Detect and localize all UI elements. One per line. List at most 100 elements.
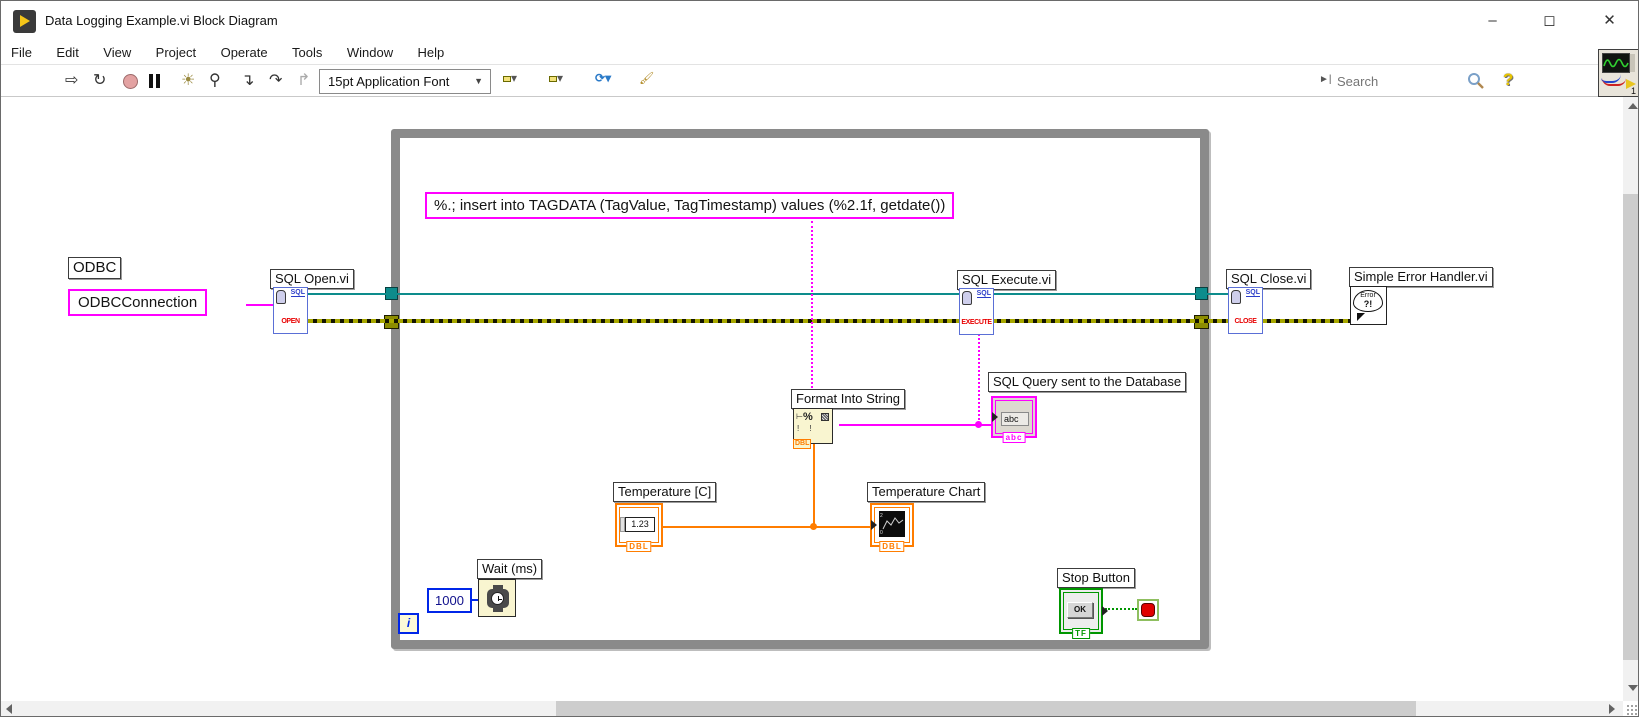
error-cluster-wire[interactable] (308, 319, 1354, 323)
loop-iteration-terminal[interactable]: i (398, 613, 419, 634)
connection-refnum-wire[interactable] (308, 293, 1228, 295)
run-icon[interactable]: ⇨ (65, 70, 78, 92)
string-wire-odbc[interactable] (246, 304, 274, 306)
minimize-button[interactable]: – (1469, 1, 1516, 41)
step-into-icon[interactable]: ↴ (241, 70, 254, 92)
wait-ms-constant[interactable]: 1000 (427, 588, 472, 613)
string-wire-sql-constant[interactable] (811, 221, 813, 408)
boolean-wire-stop[interactable] (1105, 608, 1137, 610)
titlebar: Data Logging Example.vi Block Diagram – … (1, 1, 1638, 41)
search-icon[interactable] (1467, 72, 1484, 94)
odbc-label[interactable]: ODBC (68, 257, 122, 279)
string-wire-query[interactable] (839, 424, 991, 426)
run-continuously-icon[interactable]: ↻ (93, 70, 106, 92)
string-wire-to-execute[interactable] (978, 334, 980, 424)
context-help-icon[interactable]: ? (1503, 70, 1513, 90)
close-button[interactable]: ✕ (1586, 1, 1633, 41)
format-grid-icon (821, 413, 829, 421)
odbc-connection-constant[interactable]: ODBCConnection (68, 289, 208, 316)
vertical-scrollbar[interactable] (1623, 97, 1638, 701)
scroll-right-icon[interactable] (1609, 704, 1615, 714)
window-title: Data Logging Example.vi Block Diagram (45, 13, 278, 28)
labview-window: Data Logging Example.vi Block Diagram – … (0, 0, 1639, 717)
menu-view[interactable]: View (93, 41, 141, 63)
step-out-icon[interactable]: ↱ (297, 70, 310, 92)
stop-button-label[interactable]: Stop Button (1057, 568, 1135, 588)
format-into-string-node[interactable]: ⊢ % ! ! DBL (793, 408, 833, 449)
menu-edit[interactable]: Edit (46, 41, 88, 63)
menu-help[interactable]: Help (408, 41, 455, 63)
vi-icon-badge: 1 (1630, 86, 1636, 96)
sql-string-constant[interactable]: %.; insert into TAGDATA (TagValue, TagTi… (425, 192, 955, 219)
database-cylinder-icon (1231, 290, 1241, 304)
scroll-down-icon[interactable] (1628, 685, 1638, 691)
watch-icon (487, 585, 509, 612)
block-diagram-canvas[interactable]: ODBC ODBCConnection %.; insert into TAGD… (1, 97, 1623, 701)
chevron-down-icon: ▼ (474, 76, 483, 86)
speech-bubble-icon: Error ?! (1353, 290, 1383, 312)
abort-icon[interactable] (123, 74, 138, 89)
sql-execute-label[interactable]: SQL Execute.vi (957, 270, 1057, 290)
wire-junction-pink (975, 421, 982, 428)
clean-up-diagram-icon[interactable]: 🖌 (639, 71, 654, 85)
pause-icon[interactable] (149, 74, 153, 88)
sql-close-label[interactable]: SQL Close.vi (1226, 269, 1312, 289)
input-arrow-icon (992, 412, 998, 422)
menu-window[interactable]: Window (337, 41, 403, 63)
stop-button-terminal[interactable]: OK TF (1059, 588, 1108, 639)
error-handler-node[interactable]: Error ?! (1350, 286, 1387, 325)
retain-wire-values-icon[interactable]: ⚲ (209, 70, 221, 92)
numeric-wire-to-format[interactable] (813, 444, 815, 526)
error-handler-label[interactable]: Simple Error Handler.vi (1349, 267, 1493, 287)
bracket-glyph: ⊢ (796, 412, 803, 421)
step-over-icon[interactable]: ↷ (269, 70, 282, 92)
svg-text:0: 0 (880, 530, 883, 536)
resize-grip[interactable] (1626, 704, 1637, 715)
svg-text:2: 2 (880, 513, 883, 519)
format-into-string-label[interactable]: Format Into String (791, 389, 906, 409)
maximize-button[interactable]: ◻ (1526, 1, 1573, 41)
vi-connector-icon[interactable]: 1 (1598, 49, 1638, 97)
numeric-wire-temperature[interactable] (663, 526, 870, 528)
sql-close-node[interactable]: SQL CLOSE (1228, 287, 1263, 334)
temperature-control-terminal[interactable]: 1.23 DBL (615, 503, 663, 552)
temperature-chart-terminal[interactable]: 2 0 DBL (870, 503, 914, 552)
sql-open-node[interactable]: SQL OPEN (273, 287, 308, 334)
database-cylinder-icon (276, 290, 286, 304)
sql-open-label[interactable]: SQL Open.vi (270, 269, 354, 289)
loop-condition-terminal[interactable] (1137, 599, 1159, 621)
database-cylinder-icon (962, 291, 972, 305)
align-objects-dropdown[interactable]: ▾ (503, 71, 517, 85)
sql-query-indicator[interactable]: abc abc (991, 396, 1037, 443)
labview-app-icon (13, 10, 36, 33)
wait-label[interactable]: Wait (ms) (477, 559, 543, 579)
menu-file[interactable]: File (1, 41, 42, 63)
wire-junction-orange (810, 523, 817, 530)
horizontal-scrollbar-thumb[interactable] (556, 701, 1416, 716)
temperature-chart-label[interactable]: Temperature Chart (867, 482, 986, 502)
scroll-up-icon[interactable] (1628, 103, 1638, 109)
temperature-control-label[interactable]: Temperature [C] (613, 482, 717, 502)
waveform-chart-icon: 2 0 (879, 511, 905, 537)
search-expand-icon[interactable]: ►| (1319, 74, 1332, 85)
menu-operate[interactable]: Operate (211, 41, 278, 63)
sql-query-indicator-label[interactable]: SQL Query sent to the Database (988, 372, 1187, 392)
distribute-objects-dropdown[interactable]: ▾ (549, 71, 563, 85)
wait-node[interactable] (478, 579, 516, 617)
scope-display (1602, 53, 1630, 73)
vertical-scrollbar-thumb[interactable] (1623, 194, 1638, 660)
horizontal-scrollbar[interactable] (1, 701, 1623, 716)
scroll-left-icon[interactable] (6, 704, 12, 714)
menu-project[interactable]: Project (146, 41, 206, 63)
search-input[interactable] (1337, 70, 1459, 93)
reorder-dropdown[interactable]: ⟳▾ (595, 71, 611, 85)
font-selector[interactable]: 15pt Application Font ▼ (319, 69, 491, 94)
menu-bar: File Edit View Project Operate Tools Win… (1, 41, 1598, 65)
stop-sign-icon (1141, 603, 1155, 617)
output-arrow-icon (1102, 606, 1108, 616)
sql-execute-node[interactable]: SQL EXECUTE (959, 288, 994, 335)
input-arrow-icon (871, 520, 877, 530)
highlight-execution-icon[interactable]: ☀ (181, 70, 195, 92)
pause-icon[interactable] (156, 74, 160, 88)
menu-tools[interactable]: Tools (282, 41, 332, 63)
